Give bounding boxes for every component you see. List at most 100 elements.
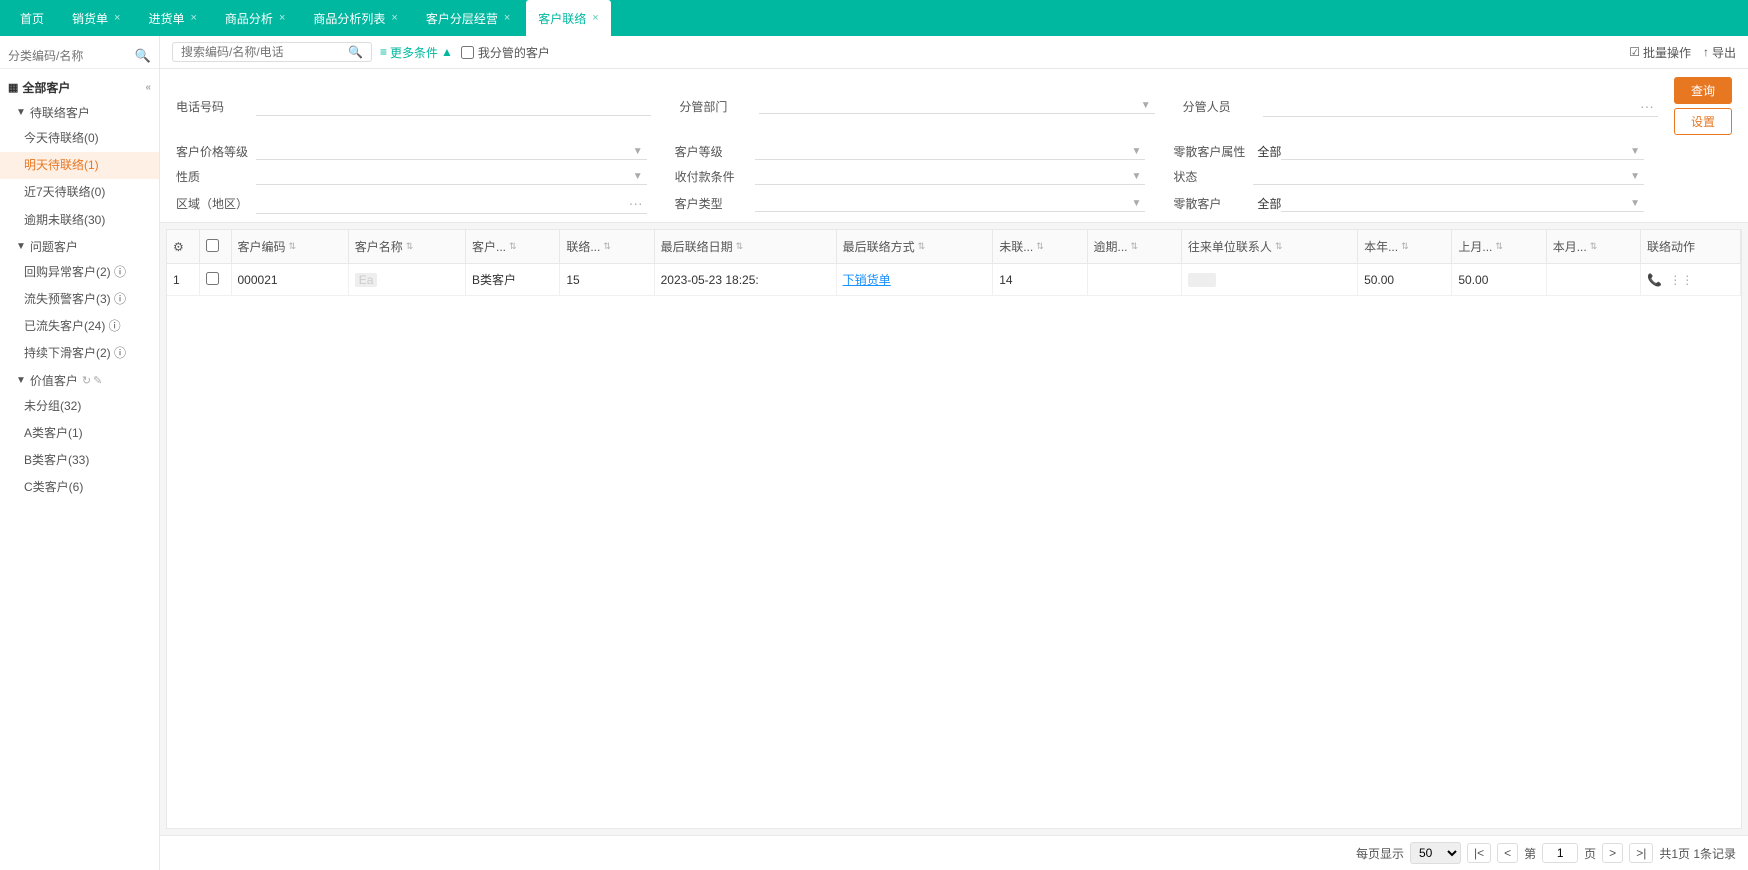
sidebar-group-value[interactable]: ▼ 价值客户 ↻ ✎ [0, 368, 159, 393]
row-code-cell: 000021 [231, 264, 348, 296]
manager-dots[interactable]: ··· [1263, 96, 1658, 117]
sort-contact-count-icon: ⇅ [603, 241, 611, 252]
col-last-month[interactable]: 上月... ⇅ [1452, 230, 1546, 264]
sidebar-item-class-b[interactable]: B类客户(33) [0, 447, 159, 474]
payment-select[interactable]: ▼ [755, 169, 1146, 185]
first-page-button[interactable]: |< [1467, 843, 1491, 863]
dept-select[interactable]: ▼ [759, 98, 1154, 114]
page-number-input[interactable] [1542, 843, 1578, 863]
advanced-filters: 电话号码 分管部门 ▼ 分管人员 ··· [160, 69, 1748, 223]
nav-product-analysis-list[interactable]: 商品分析列表 × [301, 0, 409, 36]
sidebar-item-class-c[interactable]: C类客户(6) [0, 474, 159, 501]
sidebar-item-repurchase-anomaly[interactable]: 回购异常客户(2) ⓘ [0, 259, 159, 286]
close-product-analysis-list-icon[interactable]: × [391, 12, 397, 24]
nav-customer-contact[interactable]: 客户联络 × [526, 0, 610, 36]
row-checkbox-cell[interactable] [199, 264, 231, 296]
batch-ops-button[interactable]: ☑ 批量操作 [1629, 44, 1691, 61]
payment-arrow: ▼ [1131, 171, 1141, 182]
price-level-arrow: ▼ [633, 146, 643, 157]
nav-sales-order[interactable]: 销货单 × [60, 0, 132, 36]
customer-grade-select[interactable]: ▼ [755, 144, 1146, 160]
price-level-select[interactable]: ▼ [256, 144, 647, 160]
customer-type-select[interactable]: ▼ [755, 196, 1146, 212]
more-filters-button[interactable]: ≡ 更多条件 ▲ [380, 44, 453, 61]
collapse-icon[interactable]: « [145, 82, 151, 93]
my-customers-checkbox[interactable] [461, 46, 474, 59]
action-phone-icon[interactable]: 📞 [1647, 273, 1662, 287]
main-search-icon[interactable]: 🔍 [348, 45, 363, 59]
col-this-month[interactable]: 本月... ⇅ [1546, 230, 1640, 264]
sidebar-item-7days[interactable]: 近7天待联络(0) [0, 179, 159, 206]
sidebar-item-churned[interactable]: 已流失客户(24) ⓘ [0, 313, 159, 340]
phone-input[interactable] [256, 97, 651, 116]
region-dots[interactable]: ··· [256, 193, 647, 214]
sidebar-search-icon[interactable]: 🔍 [135, 48, 151, 64]
col-uncontacted[interactable]: 未联... ⇅ [993, 230, 1087, 264]
row-checkbox[interactable] [206, 272, 219, 285]
my-customers-checkbox-label[interactable]: 我分管的客户 [461, 44, 550, 61]
retail-attr-select[interactable]: ▼ [1281, 144, 1644, 160]
export-button[interactable]: ↑ 导出 [1703, 44, 1736, 61]
set-button[interactable]: 设置 [1674, 108, 1732, 135]
nav-home[interactable]: 首页 [8, 0, 56, 36]
per-page-select[interactable]: 50 100 200 [1410, 842, 1461, 864]
last-contact-method-link[interactable]: 下销货单 [843, 273, 891, 287]
query-button[interactable]: 查询 [1674, 77, 1732, 104]
col-checkbox[interactable] [199, 230, 231, 264]
main-search-input[interactable] [181, 45, 348, 59]
prev-page-button[interactable]: < [1497, 843, 1518, 863]
col-name[interactable]: 客户名称 ⇅ [348, 230, 465, 264]
sort-this-year-icon: ⇅ [1401, 241, 1409, 252]
row-contact-person-cell [1181, 264, 1357, 296]
sidebar-all-customers[interactable]: ▦ 全部客户 « [0, 75, 159, 100]
sidebar-search-input[interactable] [8, 49, 135, 63]
sort-uncontacted-icon: ⇅ [1036, 241, 1044, 252]
query-btn-group: 查询 设置 [1674, 77, 1732, 135]
col-code[interactable]: 客户编码 ⇅ [231, 230, 348, 264]
close-customer-contact-icon[interactable]: × [592, 12, 598, 24]
sidebar-item-tomorrow[interactable]: 明天待联络(1) [0, 152, 159, 179]
sidebar-group-pending[interactable]: ▼ 待联络客户 [0, 100, 159, 125]
close-customer-tier-icon[interactable]: × [504, 12, 510, 24]
price-level-field: 客户价格等级 ▼ [176, 143, 647, 160]
col-settings[interactable] [167, 230, 199, 264]
retail-customer-select[interactable]: ▼ [1281, 196, 1644, 212]
sidebar-item-churn-warning[interactable]: 流失预警客户(3) ⓘ [0, 286, 159, 313]
col-last-method[interactable]: 最后联络方式 ⇅ [836, 230, 993, 264]
status-select[interactable]: ▼ [1253, 169, 1644, 185]
last-page-button[interactable]: >| [1629, 843, 1653, 863]
sidebar-group-problem[interactable]: ▼ 问题客户 [0, 234, 159, 259]
main-search-box: 🔍 [172, 42, 372, 62]
next-page-button[interactable]: > [1602, 843, 1623, 863]
sidebar-item-today[interactable]: 今天待联络(0) [0, 125, 159, 152]
nav-product-analysis[interactable]: 商品分析 × [213, 0, 297, 36]
col-contact-person[interactable]: 往来单位联系人 ⇅ [1181, 230, 1357, 264]
edit-icon[interactable]: ✎ [93, 374, 102, 387]
sidebar-item-class-a[interactable]: A类客户(1) [0, 420, 159, 447]
col-type[interactable]: 客户... ⇅ [466, 230, 560, 264]
refresh-icon[interactable]: ↻ [82, 374, 91, 387]
close-sales-order-icon[interactable]: × [114, 12, 120, 24]
status-field: 状态 ▼ [1173, 168, 1644, 185]
close-product-analysis-icon[interactable]: × [279, 12, 285, 24]
settings-icon[interactable] [173, 240, 184, 254]
sidebar-item-declining[interactable]: 持续下滑客户(2) ⓘ [0, 340, 159, 367]
dept-down-arrow: ▼ [1141, 100, 1151, 111]
sidebar-item-overdue[interactable]: 逾期未联络(30) [0, 207, 159, 234]
retail-customer-arrow: ▼ [1630, 198, 1640, 209]
row-type-cell: B类客户 [466, 264, 560, 296]
col-this-year[interactable]: 本年... ⇅ [1358, 230, 1452, 264]
close-purchase-order-icon[interactable]: × [190, 12, 196, 24]
nav-customer-tier[interactable]: 客户分层经营 × [414, 0, 522, 36]
data-table-container: 客户编码 ⇅ 客户名称 ⇅ 客户... [166, 229, 1742, 829]
sort-overdue-icon: ⇅ [1131, 241, 1139, 252]
region-field: 区域（地区） ··· [176, 193, 647, 214]
col-overdue[interactable]: 逾期... ⇅ [1087, 230, 1181, 264]
action-more-icon[interactable]: ⋮⋮ [1669, 273, 1693, 287]
nature-select[interactable]: ▼ [256, 169, 647, 185]
col-last-date[interactable]: 最后联络日期 ⇅ [654, 230, 836, 264]
select-all-checkbox[interactable] [206, 239, 219, 252]
col-contact-count[interactable]: 联络... ⇅ [560, 230, 654, 264]
sidebar-item-ungrouped[interactable]: 未分组(32) [0, 393, 159, 420]
nav-purchase-order[interactable]: 进货单 × [136, 0, 208, 36]
